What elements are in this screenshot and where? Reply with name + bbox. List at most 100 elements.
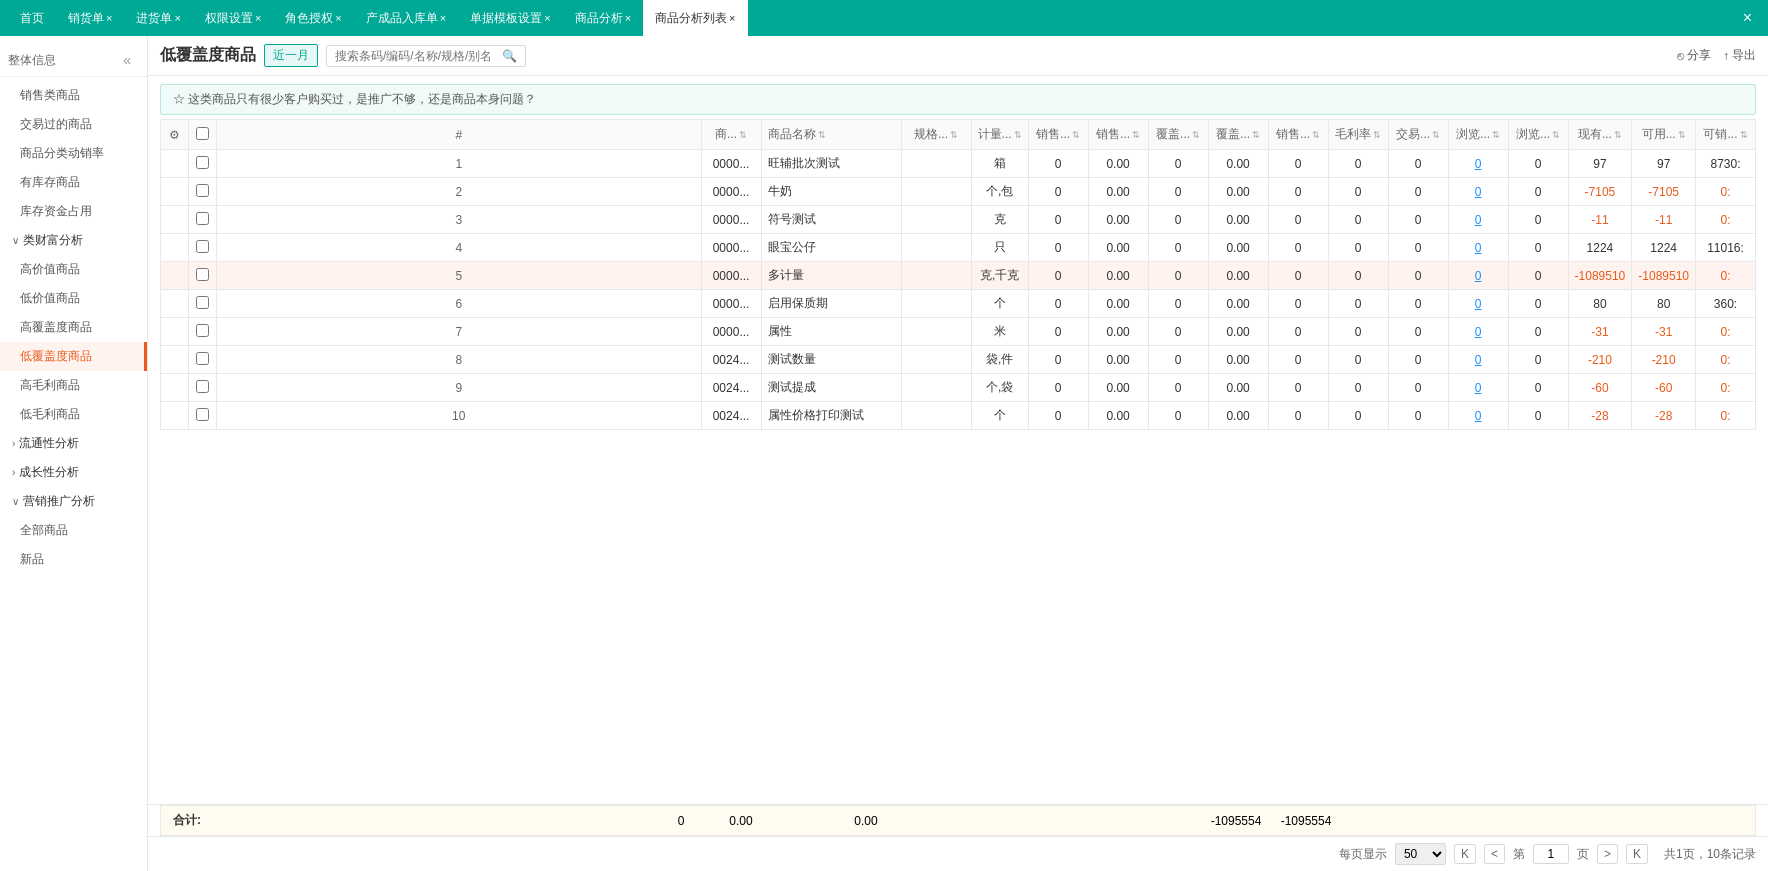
row-select-checkbox[interactable]: [196, 156, 209, 169]
nav-product-entry[interactable]: 产成品入库单 ×: [354, 0, 458, 36]
row-settings[interactable]: [161, 318, 189, 346]
row-select-checkbox[interactable]: [196, 184, 209, 197]
row-browse1[interactable]: 0: [1448, 234, 1508, 262]
row-select-checkbox[interactable]: [196, 380, 209, 393]
sidebar-collapse-btn[interactable]: «: [115, 48, 139, 72]
row-settings[interactable]: [161, 150, 189, 178]
sidebar-group-flow[interactable]: › 流通性分析: [0, 429, 147, 458]
row-checkbox[interactable]: [189, 178, 217, 206]
row-browse1[interactable]: 0: [1448, 374, 1508, 402]
sidebar-item-all-goods[interactable]: 全部商品: [0, 516, 147, 545]
row-checkbox[interactable]: [189, 290, 217, 318]
row-select-checkbox[interactable]: [196, 352, 209, 365]
sidebar-item-high-coverage[interactable]: 高覆盖度商品: [0, 313, 147, 342]
row-checkbox[interactable]: [189, 402, 217, 430]
sidebar-item-sales-goods[interactable]: 销售类商品: [0, 81, 147, 110]
nav-goods-analysis[interactable]: 商品分析 ×: [563, 0, 643, 36]
nav-close-purchase[interactable]: ×: [174, 12, 180, 24]
close-all-tabs[interactable]: ×: [1735, 9, 1760, 27]
col-available-stock[interactable]: 可用...⇅: [1632, 120, 1696, 150]
col-sales3[interactable]: 销售...⇅: [1268, 120, 1328, 150]
nav-close-sales[interactable]: ×: [106, 12, 112, 24]
time-filter-btn[interactable]: 近一月: [264, 44, 318, 67]
row-browse1[interactable]: 0: [1448, 290, 1508, 318]
sidebar-item-inventory-funds[interactable]: 库存资金占用: [0, 197, 147, 226]
sidebar-item-high-margin[interactable]: 高毛利商品: [0, 371, 147, 400]
row-checkbox[interactable]: [189, 262, 217, 290]
share-btn[interactable]: ⎋ 分享: [1677, 47, 1711, 64]
sidebar-item-new-goods[interactable]: 新品: [0, 545, 147, 574]
nav-permissions[interactable]: 权限设置 ×: [193, 0, 273, 36]
row-checkbox[interactable]: [189, 346, 217, 374]
row-settings[interactable]: [161, 374, 189, 402]
sidebar-item-in-stock[interactable]: 有库存商品: [0, 168, 147, 197]
col-spec[interactable]: 规格...⇅: [901, 120, 971, 150]
nav-close-product[interactable]: ×: [440, 12, 446, 24]
row-checkbox[interactable]: [189, 374, 217, 402]
sidebar-group-growth[interactable]: › 成长性分析: [0, 458, 147, 487]
next-page-btn[interactable]: >: [1597, 844, 1618, 864]
row-browse1[interactable]: 0: [1448, 402, 1508, 430]
col-cover1[interactable]: 覆盖...⇅: [1148, 120, 1208, 150]
row-browse1[interactable]: 0: [1448, 318, 1508, 346]
col-sellable[interactable]: 可销...⇅: [1696, 120, 1756, 150]
nav-sales-order[interactable]: 销货单 ×: [56, 0, 124, 36]
nav-close-list[interactable]: ×: [729, 12, 735, 24]
row-settings[interactable]: [161, 346, 189, 374]
row-settings[interactable]: [161, 234, 189, 262]
col-current-stock[interactable]: 现有...⇅: [1568, 120, 1632, 150]
col-name[interactable]: 商品名称⇅: [761, 120, 901, 150]
sidebar-item-low-margin[interactable]: 低毛利商品: [0, 400, 147, 429]
row-browse1[interactable]: 0: [1448, 150, 1508, 178]
row-settings[interactable]: [161, 290, 189, 318]
nav-template-settings[interactable]: 单据模板设置 ×: [458, 0, 562, 36]
row-select-checkbox[interactable]: [196, 240, 209, 253]
row-checkbox[interactable]: [189, 318, 217, 346]
row-select-checkbox[interactable]: [196, 212, 209, 225]
col-gross-margin[interactable]: 毛利率⇅: [1328, 120, 1388, 150]
nav-close-template[interactable]: ×: [544, 12, 550, 24]
sidebar-item-low-value[interactable]: 低价值商品: [0, 284, 147, 313]
page-number-input[interactable]: [1533, 844, 1569, 864]
row-settings[interactable]: [161, 402, 189, 430]
sidebar-group-marketing[interactable]: ∨ 营销推广分析: [0, 487, 147, 516]
col-sales-amt[interactable]: 销售...⇅: [1088, 120, 1148, 150]
row-settings[interactable]: [161, 178, 189, 206]
nav-close-permissions[interactable]: ×: [255, 12, 261, 24]
sidebar-group-wealth[interactable]: ∨ 类财富分析: [0, 226, 147, 255]
row-select-checkbox[interactable]: [196, 324, 209, 337]
row-browse1[interactable]: 0: [1448, 262, 1508, 290]
nav-role-auth[interactable]: 角色授权 ×: [273, 0, 353, 36]
page-size-select[interactable]: 50 100 200: [1395, 843, 1446, 865]
row-checkbox[interactable]: [189, 206, 217, 234]
row-select-checkbox[interactable]: [196, 296, 209, 309]
col-code[interactable]: 商...⇅: [701, 120, 761, 150]
col-cover2[interactable]: 覆盖...⇅: [1208, 120, 1268, 150]
nav-purchase[interactable]: 进货单 ×: [124, 0, 192, 36]
nav-close-goods[interactable]: ×: [625, 12, 631, 24]
search-input[interactable]: [335, 49, 502, 63]
sidebar-item-low-coverage[interactable]: 低覆盖度商品: [0, 342, 147, 371]
col-unit[interactable]: 计量...⇅: [971, 120, 1028, 150]
sidebar-item-traded-goods[interactable]: 交易过的商品: [0, 110, 147, 139]
col-browse2[interactable]: 浏览...⇅: [1508, 120, 1568, 150]
sidebar-item-high-value[interactable]: 高价值商品: [0, 255, 147, 284]
row-select-checkbox[interactable]: [196, 268, 209, 281]
col-trade[interactable]: 交易...⇅: [1388, 120, 1448, 150]
row-checkbox[interactable]: [189, 150, 217, 178]
col-settings[interactable]: ⚙: [161, 120, 189, 150]
row-browse1[interactable]: 0: [1448, 206, 1508, 234]
row-browse1[interactable]: 0: [1448, 178, 1508, 206]
last-page-btn[interactable]: K: [1626, 844, 1648, 864]
col-sales-qty[interactable]: 销售...⇅: [1028, 120, 1088, 150]
row-checkbox[interactable]: [189, 234, 217, 262]
sidebar-item-category-rate[interactable]: 商品分类动销率: [0, 139, 147, 168]
export-btn[interactable]: ↑ 导出: [1723, 47, 1756, 64]
table-container[interactable]: ⚙ # 商...⇅ 商品名称⇅ 规格...⇅ 计量...⇅ 销售...⇅ 销售.…: [148, 119, 1768, 804]
row-settings[interactable]: [161, 262, 189, 290]
col-browse1[interactable]: 浏览...⇅: [1448, 120, 1508, 150]
row-select-checkbox[interactable]: [196, 408, 209, 421]
prev-page-btn[interactable]: <: [1484, 844, 1505, 864]
row-browse1[interactable]: 0: [1448, 346, 1508, 374]
first-page-btn[interactable]: K: [1454, 844, 1476, 864]
